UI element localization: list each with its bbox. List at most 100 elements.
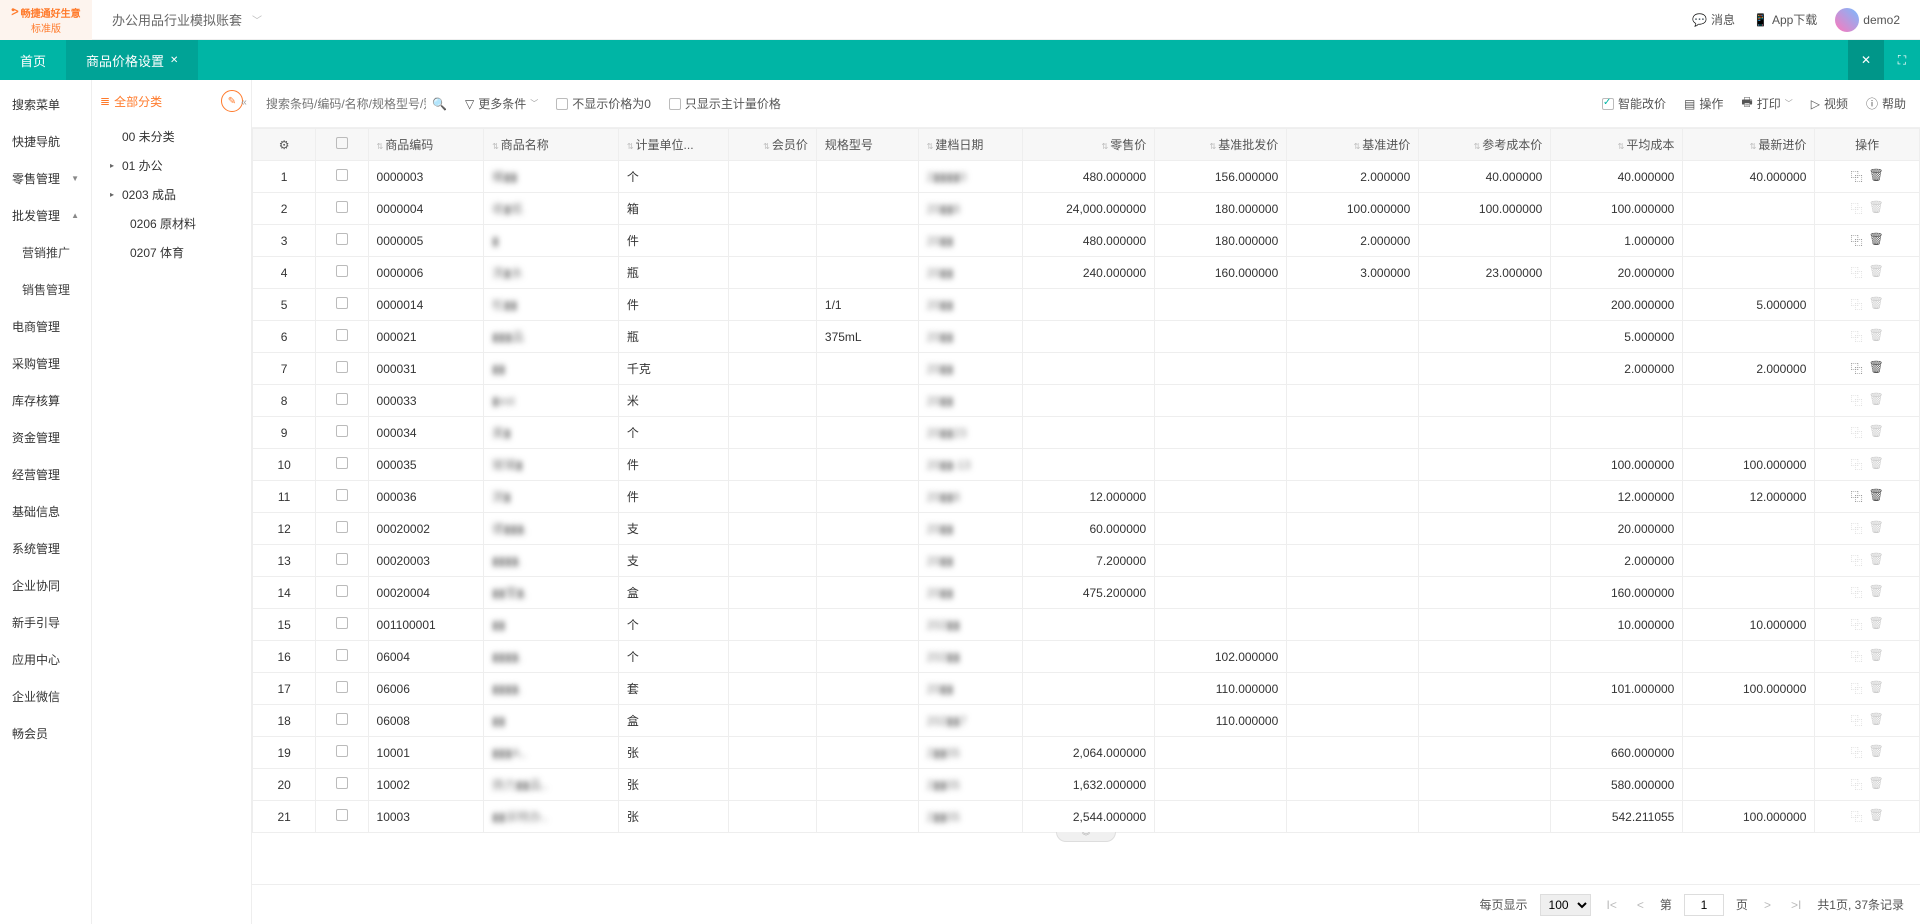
col-wholesale[interactable]: ⇅基准批发价 — [1155, 129, 1287, 161]
tree-item[interactable]: ▸0203 成品 — [100, 180, 243, 209]
delete-icon[interactable]: 🗑 — [1869, 584, 1884, 601]
nav-item[interactable]: 快捷导航 — [0, 123, 91, 160]
table-row[interactable]: 1606004▮▮▮▮.个202▮▮102.000000⿻🗑 — [253, 641, 1920, 673]
row-checkbox[interactable] — [316, 641, 368, 673]
delete-icon[interactable]: 🗑 — [1869, 360, 1884, 377]
nav-item[interactable]: 应用中心 — [0, 641, 91, 678]
table-row[interactable]: 1200020002德▮▮▮.支20▮▮60.00000020.000000⿻🗑 — [253, 513, 1920, 545]
user-menu[interactable]: demo2 — [1835, 8, 1900, 32]
table-row[interactable]: 10000035玻璃▮件20▮▮-13100.000000100.000000⿻… — [253, 449, 1920, 481]
delete-icon[interactable]: 🗑 — [1869, 776, 1884, 793]
copy-icon[interactable]: ⿻ — [1851, 456, 1863, 473]
next-page-button[interactable]: > — [1760, 898, 1775, 912]
nav-item[interactable]: 新手引导 — [0, 604, 91, 641]
delete-icon[interactable]: 🗑 — [1869, 264, 1884, 281]
row-checkbox[interactable] — [316, 737, 368, 769]
col-spec[interactable]: 规格型号 — [816, 129, 918, 161]
copy-icon[interactable]: ⿻ — [1851, 296, 1863, 313]
row-checkbox[interactable] — [316, 193, 368, 225]
row-checkbox[interactable] — [316, 705, 368, 737]
nav-subitem[interactable]: 销售管理 — [0, 271, 91, 308]
col-avg[interactable]: ⇅平均成本 — [1551, 129, 1683, 161]
delete-icon[interactable]: 🗑 — [1869, 712, 1884, 729]
tab-home[interactable]: 首页 — [0, 40, 66, 80]
row-checkbox[interactable] — [316, 449, 368, 481]
hide-zero-checkbox[interactable]: 不显示价格为0 — [556, 95, 651, 112]
copy-icon[interactable]: ⿻ — [1851, 328, 1863, 345]
delete-icon[interactable]: 🗑 — [1869, 328, 1884, 345]
nav-item[interactable]: 经营管理 — [0, 456, 91, 493]
nav-item[interactable]: 系统管理 — [0, 530, 91, 567]
delete-icon[interactable]: 🗑 — [1869, 200, 1884, 217]
search-input[interactable] — [266, 97, 426, 111]
copy-icon[interactable]: ⿻ — [1851, 520, 1863, 537]
col-purchase[interactable]: ⇅基准进价 — [1287, 129, 1419, 161]
nav-item[interactable]: 库存核算 — [0, 382, 91, 419]
table-row[interactable]: 1806008▮▮盒202▮▮7110.000000⿻🗑 — [253, 705, 1920, 737]
nav-item[interactable]: 零售管理▼ — [0, 160, 91, 197]
delete-icon[interactable]: 🗑 — [1869, 392, 1884, 409]
table-row[interactable]: 1300020003▮▮▮▮.支20▮▮7.2000002.000000⿻🗑 — [253, 545, 1920, 577]
operate-button[interactable]: ▤操作 — [1684, 95, 1723, 112]
table-row[interactable]: 11000036测▮件20▮▮812.00000012.00000012.000… — [253, 481, 1920, 513]
row-checkbox[interactable] — [316, 417, 368, 449]
per-page-select[interactable]: 100 — [1540, 894, 1591, 916]
table-scroll[interactable]: ⚙ ⇅商品编码 ⇅商品名称 ⇅计量单位... ⇅会员价 规格型号 ⇅建档日期 ⇅… — [252, 128, 1920, 884]
copy-icon[interactable]: ⿻ — [1851, 808, 1863, 825]
table-row[interactable]: 1400020004▮▮雪▮.盒20▮▮475.200000160.000000… — [253, 577, 1920, 609]
row-checkbox[interactable] — [316, 673, 368, 705]
video-button[interactable]: ▷视频 — [1811, 95, 1848, 112]
breadcrumb[interactable]: 办公用品行业模拟账套 ﹀ — [92, 10, 1692, 29]
delete-icon[interactable]: 🗑 — [1869, 680, 1884, 697]
row-checkbox[interactable] — [316, 385, 368, 417]
delete-icon[interactable]: 🗑 — [1869, 616, 1884, 633]
nav-item[interactable]: 搜索菜单 — [0, 86, 91, 123]
copy-icon[interactable]: ⿻ — [1851, 168, 1863, 185]
print-button[interactable]: 🖶打印﹀ — [1741, 93, 1792, 114]
collapse-tree-button[interactable]: « — [236, 92, 252, 112]
only-main-unit-checkbox[interactable]: 只显示主计量价格 — [669, 95, 781, 112]
col-cost[interactable]: ⇅参考成本价 — [1419, 129, 1551, 161]
table-row[interactable]: 9000034奥▮个20▮▮23⿻🗑 — [253, 417, 1920, 449]
more-filter-button[interactable]: ▽更多条件﹀ — [465, 95, 538, 112]
table-row[interactable]: 10000003桶▮▮个2▮▮▮▮0480.000000156.0000002.… — [253, 161, 1920, 193]
search-icon[interactable]: 🔍 — [432, 97, 447, 111]
copy-icon[interactable]: ⿻ — [1851, 680, 1863, 697]
first-page-button[interactable]: I< — [1603, 898, 1621, 912]
row-checkbox[interactable] — [316, 161, 368, 193]
copy-icon[interactable]: ⿻ — [1851, 488, 1863, 505]
smart-price-button[interactable]: 智能改价 — [1602, 95, 1666, 112]
col-name[interactable]: ⇅商品名称 — [484, 129, 619, 161]
copy-icon[interactable]: ⿻ — [1851, 424, 1863, 441]
tree-item[interactable]: 00 未分类 — [100, 122, 243, 151]
row-checkbox[interactable] — [316, 225, 368, 257]
table-row[interactable]: 50000014杜▮▮件1/120▮▮200.0000005.000000⿻🗑 — [253, 289, 1920, 321]
nav-item[interactable]: 电商管理 — [0, 308, 91, 345]
copy-icon[interactable]: ⿻ — [1851, 584, 1863, 601]
delete-icon[interactable]: 🗑 — [1869, 456, 1884, 473]
copy-icon[interactable]: ⿻ — [1851, 360, 1863, 377]
row-checkbox[interactable] — [316, 321, 368, 353]
row-checkbox[interactable] — [316, 769, 368, 801]
row-checkbox[interactable] — [316, 545, 368, 577]
nav-item[interactable]: 畅会员 — [0, 715, 91, 752]
tree-item[interactable]: 0206 原材料 — [100, 209, 243, 238]
delete-icon[interactable]: 🗑 — [1869, 520, 1884, 537]
row-checkbox[interactable] — [316, 289, 368, 321]
delete-icon[interactable]: 🗑 — [1869, 232, 1884, 249]
last-page-button[interactable]: >I — [1787, 898, 1805, 912]
delete-icon[interactable]: 🗑 — [1869, 296, 1884, 313]
row-checkbox[interactable] — [316, 577, 368, 609]
copy-icon[interactable]: ⿻ — [1851, 232, 1863, 249]
copy-icon[interactable]: ⿻ — [1851, 616, 1863, 633]
table-row[interactable]: 1706006▮▮▮▮.套20▮▮110.000000101.000000100… — [253, 673, 1920, 705]
logo[interactable]: ᕗ畅捷通好生意 标准版 — [0, 0, 92, 40]
tab-price-settings[interactable]: 商品价格设置 ✕ — [66, 40, 198, 80]
col-retail[interactable]: ⇅零售价 — [1023, 129, 1155, 161]
col-code[interactable]: ⇅商品编码 — [368, 129, 484, 161]
nav-item[interactable]: 企业微信 — [0, 678, 91, 715]
row-checkbox[interactable] — [316, 353, 368, 385]
col-date[interactable]: ⇅建档日期 — [918, 129, 1023, 161]
page-input[interactable] — [1684, 894, 1724, 916]
delete-icon[interactable]: 🗑 — [1869, 168, 1884, 185]
